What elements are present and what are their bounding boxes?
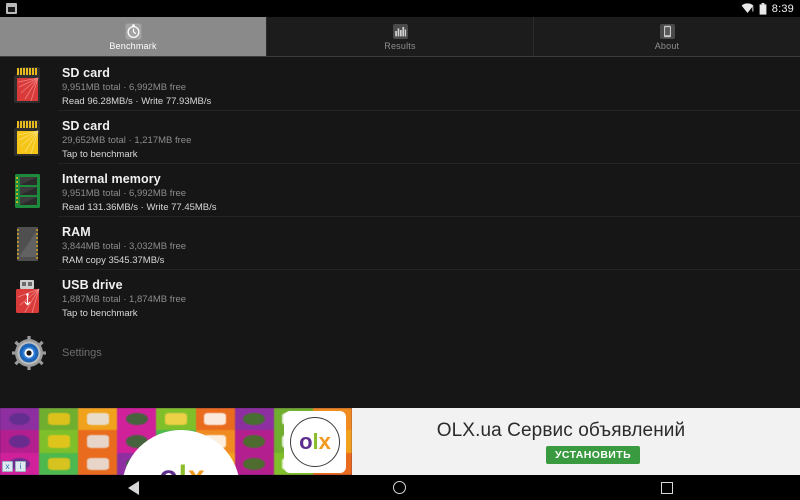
benchmark-list: SD card 9,951MB total · 6,992MB free Rea… <box>0 57 800 408</box>
list-item-sd-card-2[interactable]: SD card 29,652MB total · 1,217MB free Ta… <box>0 110 800 163</box>
ad-banner[interactable]: o l x o l x x i OLX.ua Сервис объявлений… <box>0 408 800 475</box>
olx-l-glyph: l <box>179 462 187 476</box>
olx-logo-x: x <box>318 429 331 454</box>
app-screen: 8:39 Benchmark Results About SD card 9,9… <box>0 0 800 500</box>
tab-about[interactable]: About <box>534 17 800 56</box>
tab-benchmark-label: Benchmark <box>109 40 157 51</box>
olx-logo-ring: o l x <box>290 417 340 467</box>
list-item-status: Read 131.36MB/s · Write 77.45MB/s <box>62 202 217 213</box>
list-item-capacity: 3,844MB total · 3,032MB free <box>62 241 187 252</box>
list-item-status: Read 96.28MB/s · Write 77.93MB/s <box>62 96 212 107</box>
settings-label: Settings <box>62 347 102 359</box>
list-item-status: Tap to benchmark <box>62 308 138 319</box>
memory-module-green-icon <box>10 171 48 211</box>
list-item-usb-drive[interactable]: USB drive 1,887MB total · 1,874MB free T… <box>0 269 800 322</box>
tab-about-label: About <box>654 40 680 51</box>
list-item-title: RAM <box>62 225 91 239</box>
list-item-title: SD card <box>62 119 110 133</box>
recents-icon <box>660 481 673 494</box>
system-navigation-bar <box>0 475 800 500</box>
list-item-settings[interactable]: Settings <box>0 331 800 375</box>
screenshot-icon <box>6 3 17 14</box>
close-icon[interactable]: x <box>2 461 13 472</box>
nav-home-button[interactable] <box>370 475 430 500</box>
list-item-capacity: 9,951MB total · 6,992MB free <box>62 82 187 93</box>
list-item-capacity: 1,887MB total · 1,874MB free <box>62 294 187 305</box>
tab-results-label: Results <box>384 40 416 51</box>
status-bar-notifications <box>6 3 17 14</box>
ad-title: OLX.ua Сервис объявлений <box>436 419 686 441</box>
wifi-icon <box>741 3 754 14</box>
sd-card-red-icon <box>10 65 48 105</box>
tab-results[interactable]: Results <box>267 17 534 56</box>
list-item-sd-card-1[interactable]: SD card 9,951MB total · 6,992MB free Rea… <box>0 57 800 110</box>
list-item-content: RAM 3,844MB total · 3,032MB free RAM cop… <box>62 224 186 268</box>
bar-chart-icon <box>392 23 409 40</box>
ram-chip-icon <box>10 224 48 264</box>
list-item-title: Internal memory <box>62 172 161 186</box>
status-bar-clock: 8:39 <box>771 2 794 15</box>
olx-o-glyph: o <box>159 462 177 476</box>
list-item-title: SD card <box>62 66 110 80</box>
back-icon <box>127 480 139 495</box>
list-item-content: Internal memory 9,951MB total · 6,992MB … <box>62 171 217 215</box>
gear-icon <box>10 336 48 370</box>
list-item-status: Tap to benchmark <box>62 149 138 160</box>
list-item-content: SD card 9,951MB total · 6,992MB free Rea… <box>62 65 211 109</box>
ad-image: o l x o l x x i <box>0 408 352 475</box>
nav-back-button[interactable] <box>103 475 163 500</box>
tab-bar: Benchmark Results About <box>0 17 800 57</box>
tab-benchmark[interactable]: Benchmark <box>0 17 267 56</box>
sd-card-yellow-icon <box>10 118 48 158</box>
home-icon <box>393 481 407 494</box>
battery-icon <box>759 2 767 15</box>
ad-install-button[interactable]: УСТАНОВИТЬ <box>545 445 641 464</box>
list-item-content: USB drive 1,887MB total · 1,874MB free T… <box>62 277 186 321</box>
olx-x-glyph: x <box>188 462 205 476</box>
ad-app-icon: o l x <box>284 411 346 473</box>
usb-drive-red-icon <box>10 277 48 317</box>
stopwatch-icon <box>125 23 142 40</box>
ad-content: OLX.ua Сервис объявлений УСТАНОВИТЬ <box>352 408 800 475</box>
list-item-content: SD card 29,652MB total · 1,217MB free Ta… <box>62 118 191 162</box>
status-bar-system: 8:39 <box>741 2 794 15</box>
list-item-status: RAM copy 3545.37MB/s <box>62 255 165 266</box>
list-item-internal-memory[interactable]: Internal memory 9,951MB total · 6,992MB … <box>0 163 800 216</box>
status-bar: 8:39 <box>0 0 800 17</box>
list-item-capacity: 29,652MB total · 1,217MB free <box>62 135 192 146</box>
list-item-title: USB drive <box>62 278 123 292</box>
list-item-ram[interactable]: RAM 3,844MB total · 3,032MB free RAM cop… <box>0 216 800 269</box>
olx-logo-o: o <box>299 429 313 454</box>
ad-badges: x i <box>2 461 26 472</box>
ad-olx-glyphs: o l x <box>140 460 224 476</box>
info-icon[interactable]: i <box>15 461 26 472</box>
list-item-capacity: 9,951MB total · 6,992MB free <box>62 188 187 199</box>
phone-icon <box>659 23 676 40</box>
nav-recents-button[interactable] <box>637 475 697 500</box>
